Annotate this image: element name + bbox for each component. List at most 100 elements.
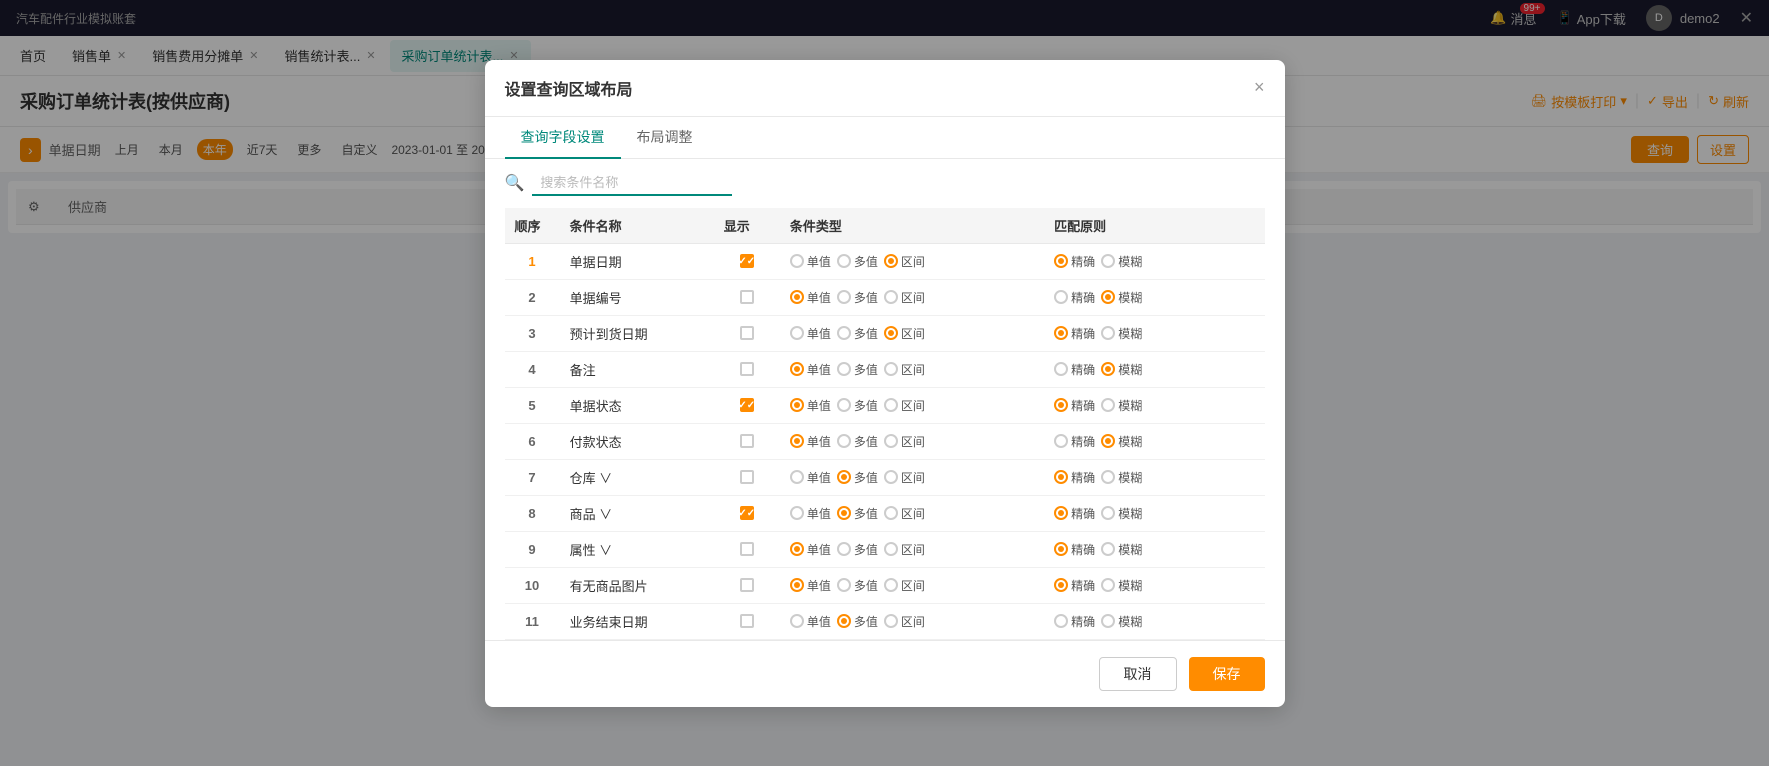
type-radio-区间-9[interactable]: 区间 xyxy=(884,577,925,594)
row-match-9: 精确模糊 xyxy=(1044,567,1264,603)
display-checkbox-4[interactable]: ✓ xyxy=(740,398,754,412)
type-radio-区间-7[interactable]: 区间 xyxy=(884,505,925,522)
match-radio-模糊-3[interactable]: 模糊 xyxy=(1101,361,1142,378)
type-radio-区间-6[interactable]: 区间 xyxy=(884,469,925,486)
dialog-overlay: 设置查询区域布局 × 查询字段设置 布局调整 🔍 顺序 条件名称 xyxy=(0,0,1769,766)
table-header: 顺序 条件名称 显示 条件类型 匹配原则 xyxy=(505,208,1265,244)
match-radio-模糊-2[interactable]: 模糊 xyxy=(1101,325,1142,342)
type-radio-单值-6[interactable]: 单值 xyxy=(790,469,831,486)
row-type-0: 单值多值区间 xyxy=(780,243,1044,279)
row-order-4: 5 xyxy=(505,387,560,423)
match-radio-精确-7[interactable]: 精确 xyxy=(1054,505,1095,522)
cancel-button[interactable]: 取消 xyxy=(1099,657,1177,691)
type-radio-区间-3[interactable]: 区间 xyxy=(884,361,925,378)
match-radio-模糊-9[interactable]: 模糊 xyxy=(1101,577,1142,594)
type-radio-单值-1[interactable]: 单值 xyxy=(790,289,831,306)
display-checkbox-1[interactable] xyxy=(740,290,754,304)
type-radio-多值-10[interactable]: 多值 xyxy=(837,613,878,630)
type-radio-多值-5[interactable]: 多值 xyxy=(837,433,878,450)
type-radio-单值-8[interactable]: 单值 xyxy=(790,541,831,558)
table-row: 2单据编号单值多值区间精确模糊 xyxy=(505,279,1265,315)
type-radio-单值-2[interactable]: 单值 xyxy=(790,325,831,342)
display-checkbox-7[interactable]: ✓ xyxy=(740,506,754,520)
match-radio-模糊-7[interactable]: 模糊 xyxy=(1101,505,1142,522)
display-checkbox-2[interactable] xyxy=(740,326,754,340)
type-radio-单值-9[interactable]: 单值 xyxy=(790,577,831,594)
row-type-9: 单值多值区间 xyxy=(780,567,1044,603)
type-radio-多值-9[interactable]: 多值 xyxy=(837,577,878,594)
match-radio-模糊-6[interactable]: 模糊 xyxy=(1101,469,1142,486)
row-match-2: 精确模糊 xyxy=(1044,315,1264,351)
match-radio-模糊-1[interactable]: 模糊 xyxy=(1101,289,1142,306)
match-radio-精确-2[interactable]: 精确 xyxy=(1054,325,1095,342)
type-radio-多值-3[interactable]: 多值 xyxy=(837,361,878,378)
type-radio-单值-7[interactable]: 单值 xyxy=(790,505,831,522)
row-display-6[interactable] xyxy=(714,459,780,495)
match-radio-精确-9[interactable]: 精确 xyxy=(1054,577,1095,594)
row-display-10[interactable] xyxy=(714,603,780,639)
match-radio-模糊-8[interactable]: 模糊 xyxy=(1101,541,1142,558)
display-checkbox-6[interactable] xyxy=(740,470,754,484)
type-radio-区间-10[interactable]: 区间 xyxy=(884,613,925,630)
row-display-0[interactable]: ✓ xyxy=(714,243,780,279)
display-checkbox-10[interactable] xyxy=(740,614,754,628)
display-checkbox-5[interactable] xyxy=(740,434,754,448)
type-radio-单值-5[interactable]: 单值 xyxy=(790,433,831,450)
display-checkbox-3[interactable] xyxy=(740,362,754,376)
type-radio-多值-2[interactable]: 多值 xyxy=(837,325,878,342)
dialog-footer: 取消 保存 xyxy=(485,640,1285,707)
match-radio-精确-4[interactable]: 精确 xyxy=(1054,397,1095,414)
type-radio-多值-6[interactable]: 多值 xyxy=(837,469,878,486)
dialog-tab-field-settings[interactable]: 查询字段设置 xyxy=(505,117,621,159)
dialog-tab-layout-adjust[interactable]: 布局调整 xyxy=(621,117,709,159)
match-radio-精确-3[interactable]: 精确 xyxy=(1054,361,1095,378)
table-row: 3预计到货日期单值多值区间精确模糊 xyxy=(505,315,1265,351)
dialog-table: 顺序 条件名称 显示 条件类型 匹配原则 1单据日期✓单值多值区间精确模糊2单据… xyxy=(505,208,1265,640)
match-radio-精确-1[interactable]: 精确 xyxy=(1054,289,1095,306)
match-radio-模糊-5[interactable]: 模糊 xyxy=(1101,433,1142,450)
match-radio-精确-6[interactable]: 精确 xyxy=(1054,469,1095,486)
dialog-title: 设置查询区域布局 xyxy=(505,76,633,100)
type-radio-单值-3[interactable]: 单值 xyxy=(790,361,831,378)
row-name-2: 预计到货日期 xyxy=(560,315,714,351)
type-radio-多值-0[interactable]: 多值 xyxy=(837,253,878,270)
row-display-4[interactable]: ✓ xyxy=(714,387,780,423)
match-radio-精确-5[interactable]: 精确 xyxy=(1054,433,1095,450)
dialog-close-button[interactable]: × xyxy=(1254,77,1265,98)
save-button[interactable]: 保存 xyxy=(1189,657,1265,691)
type-radio-区间-4[interactable]: 区间 xyxy=(884,397,925,414)
row-display-8[interactable] xyxy=(714,531,780,567)
type-radio-多值-7[interactable]: 多值 xyxy=(837,505,878,522)
row-display-2[interactable] xyxy=(714,315,780,351)
row-display-5[interactable] xyxy=(714,423,780,459)
row-type-2: 单值多值区间 xyxy=(780,315,1044,351)
match-radio-模糊-0[interactable]: 模糊 xyxy=(1101,253,1142,270)
type-radio-多值-8[interactable]: 多值 xyxy=(837,541,878,558)
search-input[interactable] xyxy=(532,171,732,196)
row-order-1: 2 xyxy=(505,279,560,315)
match-radio-模糊-4[interactable]: 模糊 xyxy=(1101,397,1142,414)
match-radio-精确-8[interactable]: 精确 xyxy=(1054,541,1095,558)
match-radio-模糊-10[interactable]: 模糊 xyxy=(1101,613,1142,630)
type-radio-多值-4[interactable]: 多值 xyxy=(837,397,878,414)
type-radio-区间-2[interactable]: 区间 xyxy=(884,325,925,342)
table-row: 1单据日期✓单值多值区间精确模糊 xyxy=(505,243,1265,279)
type-radio-区间-0[interactable]: 区间 xyxy=(884,253,925,270)
row-display-9[interactable] xyxy=(714,567,780,603)
type-radio-单值-10[interactable]: 单值 xyxy=(790,613,831,630)
row-display-3[interactable] xyxy=(714,351,780,387)
row-display-7[interactable]: ✓ xyxy=(714,495,780,531)
display-checkbox-8[interactable] xyxy=(740,542,754,556)
type-radio-区间-8[interactable]: 区间 xyxy=(884,541,925,558)
row-display-1[interactable] xyxy=(714,279,780,315)
type-radio-多值-1[interactable]: 多值 xyxy=(837,289,878,306)
display-checkbox-9[interactable] xyxy=(740,578,754,592)
row-order-5: 6 xyxy=(505,423,560,459)
type-radio-单值-0[interactable]: 单值 xyxy=(790,253,831,270)
match-radio-精确-10[interactable]: 精确 xyxy=(1054,613,1095,630)
type-radio-区间-1[interactable]: 区间 xyxy=(884,289,925,306)
type-radio-单值-4[interactable]: 单值 xyxy=(790,397,831,414)
match-radio-精确-0[interactable]: 精确 xyxy=(1054,253,1095,270)
type-radio-区间-5[interactable]: 区间 xyxy=(884,433,925,450)
display-checkbox-0[interactable]: ✓ xyxy=(740,254,754,268)
